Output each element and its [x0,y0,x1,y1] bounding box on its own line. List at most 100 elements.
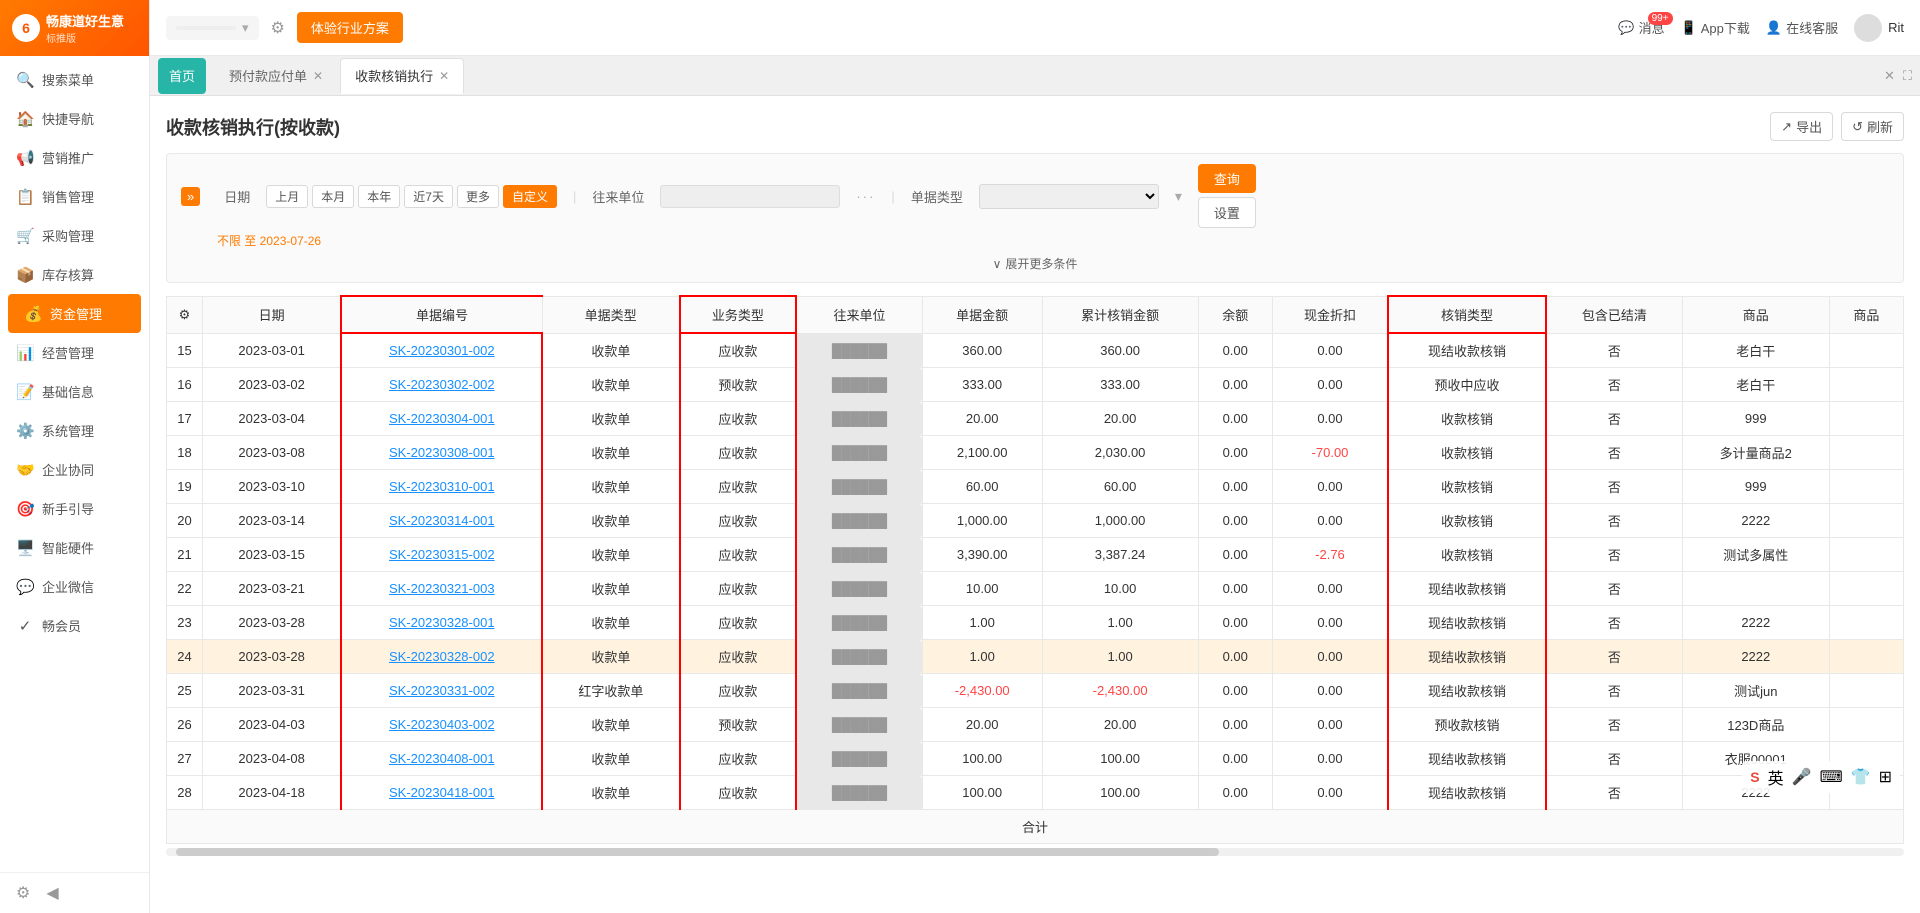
nav-label-inventory: 库存核算 [42,265,94,284]
bill-no-link[interactable]: SK-20230304-001 [389,411,495,426]
sidebar-item-wechat[interactable]: 💬企业微信 [0,567,149,606]
filter-sep1: | [573,189,576,204]
bill-no-link[interactable]: SK-20230328-002 [389,649,495,664]
sidebar-item-member[interactable]: ✓畅会员 [0,606,149,645]
sidebar-item-basic[interactable]: 📝基础信息 [0,372,149,411]
lang-icon[interactable]: 英 [1768,765,1784,789]
type-select[interactable] [979,184,1159,209]
sidebar-item-hardware[interactable]: 🖥️智能硬件 [0,528,149,567]
sidebar-item-finance[interactable]: 💰资金管理 [8,294,141,333]
sidebar-item-sales[interactable]: 📋销售管理 [0,177,149,216]
grid-icon[interactable]: ⊞ [1879,767,1892,787]
tab-receipt[interactable]: 收款核销执行 ✕ [340,58,464,94]
cell-counterpart: ██████ [796,470,922,504]
settings-icon[interactable]: ⚙ [16,883,30,903]
th-include-clear: 包含已结清 [1546,296,1682,333]
expand-more-btn[interactable]: ∨ 展开更多条件 [181,255,1889,272]
cell-balance: 0.00 [1198,572,1272,606]
sidebar-item-marketing[interactable]: 📢营销推广 [0,138,149,177]
date-btn-custom[interactable]: 自定义 [503,185,557,208]
cell-rowno: 28 [167,776,203,810]
tab-home[interactable]: 首页 [158,58,206,94]
solution-btn[interactable]: 体验行业方案 [297,12,403,43]
bill-no-link[interactable]: SK-20230408-001 [389,751,495,766]
cell-bill-no: SK-20230304-001 [341,402,542,436]
nav-label-guide: 新手引导 [42,499,94,518]
cell-biz-type: 应收款 [680,776,797,810]
setting-btn[interactable]: 设置 [1198,197,1256,228]
table-header-row: ⚙ 日期 单据编号 单据类型 业务类型 往来单位 单据金额 累计核销金额 余额 … [167,296,1904,333]
bill-no-link[interactable]: SK-20230301-002 [389,343,495,358]
table-scrollbar[interactable] [166,848,1904,856]
bill-no-link[interactable]: SK-20230315-002 [389,547,495,562]
table-row: 23 2023-03-28 SK-20230328-001 收款单 应收款 ██… [167,606,1904,640]
cell-verified: 100.00 [1042,776,1198,810]
cell-cancel-type: 现结收款核销 [1388,333,1546,368]
workspace-chevron[interactable]: ▾ [242,20,249,36]
unit-input[interactable] [660,185,840,208]
scrollbar-thumb[interactable] [176,848,1219,856]
sidebar-item-inventory[interactable]: 📦库存核算 [0,255,149,294]
cell-bill-type: 收款单 [542,776,679,810]
cell-cash-discount: 0.00 [1272,470,1388,504]
logo-sub: 标推版 [46,30,124,45]
message-btn[interactable]: 💬 消息 99+ [1618,18,1664,37]
settings-gear-icon[interactable]: ⚙ [271,18,285,38]
cell-balance: 0.00 [1198,742,1272,776]
tab-prepay[interactable]: 预付款应付单 ✕ [214,58,338,94]
sidebar-item-corp[interactable]: 🤝企业协同 [0,450,149,489]
keyboard-icon[interactable]: ⌨ [1820,767,1843,787]
sidebar-item-quicknav[interactable]: 🏠快捷导航 [0,99,149,138]
filter-expand-btn[interactable]: » [181,187,200,206]
bill-no-link[interactable]: SK-20230302-002 [389,377,495,392]
collapse-icon[interactable]: ◀ [46,883,58,903]
th-product2: 商品 [1829,296,1903,333]
nav-label-system: 系统管理 [42,421,94,440]
sidebar-item-system[interactable]: ⚙️系统管理 [0,411,149,450]
bill-no-link[interactable]: SK-20230314-001 [389,513,495,528]
table-row: 19 2023-03-10 SK-20230310-001 收款单 应收款 ██… [167,470,1904,504]
bill-no-link[interactable]: SK-20230403-002 [389,717,495,732]
cell-bill-no: SK-20230302-002 [341,368,542,402]
sidebar-item-purchase[interactable]: 🛒采购管理 [0,216,149,255]
bill-no-link[interactable]: SK-20230308-001 [389,445,495,460]
query-btn[interactable]: 查询 [1198,164,1256,193]
bill-no-link[interactable]: SK-20230321-003 [389,581,495,596]
maximize-icon[interactable]: ⛶ [1903,68,1912,84]
bill-no-link[interactable]: SK-20230328-001 [389,615,495,630]
cell-cancel-type: 现结收款核销 [1388,776,1546,810]
date-btn-more[interactable]: 更多 [457,185,499,208]
bill-no-link[interactable]: SK-20230418-001 [389,785,495,800]
cell-product2 [1829,572,1903,606]
date-btn-this-month[interactable]: 本月 [312,185,354,208]
filter-sep2: | [891,189,894,204]
date-btn-this-year[interactable]: 本年 [358,185,400,208]
app-download-btn[interactable]: 📱 App下载 [1681,18,1750,37]
cell-biz-type: 预收款 [680,368,797,402]
sidebar-item-guide[interactable]: 🎯新手引导 [0,489,149,528]
bill-no-link[interactable]: SK-20230331-002 [389,683,495,698]
close-all-icon[interactable]: ✕ [1884,68,1895,84]
tab-prepay-close[interactable]: ✕ [313,69,323,83]
th-cash-discount: 现金折扣 [1272,296,1388,333]
workspace-selector[interactable]: ▾ [166,16,259,40]
sidebar-item-ops[interactable]: 📊经营管理 [0,333,149,372]
export-btn[interactable]: ↗ 导出 [1770,112,1833,141]
online-service-btn[interactable]: 👤 在线客服 [1766,18,1838,37]
cell-include-clear: 否 [1546,470,1682,504]
nav-label-search: 搜索菜单 [42,70,94,89]
th-settings[interactable]: ⚙ [167,296,203,333]
cell-product2 [1829,333,1903,368]
cell-cash-discount: 0.00 [1272,368,1388,402]
cell-amount: 20.00 [922,402,1042,436]
refresh-btn[interactable]: ↺ 刷新 [1841,112,1904,141]
tab-receipt-close[interactable]: ✕ [439,69,449,83]
mic-icon[interactable]: 🎤 [1792,767,1812,787]
user-avatar-area[interactable]: Rit [1854,14,1904,42]
cell-counterpart: ██████ [796,708,922,742]
bill-no-link[interactable]: SK-20230310-001 [389,479,495,494]
date-btn-prev-month[interactable]: 上月 [266,185,308,208]
date-btn-7days[interactable]: 近7天 [404,185,453,208]
sidebar-item-search[interactable]: 🔍搜索菜单 [0,60,149,99]
cell-product: 123D商品 [1682,708,1829,742]
